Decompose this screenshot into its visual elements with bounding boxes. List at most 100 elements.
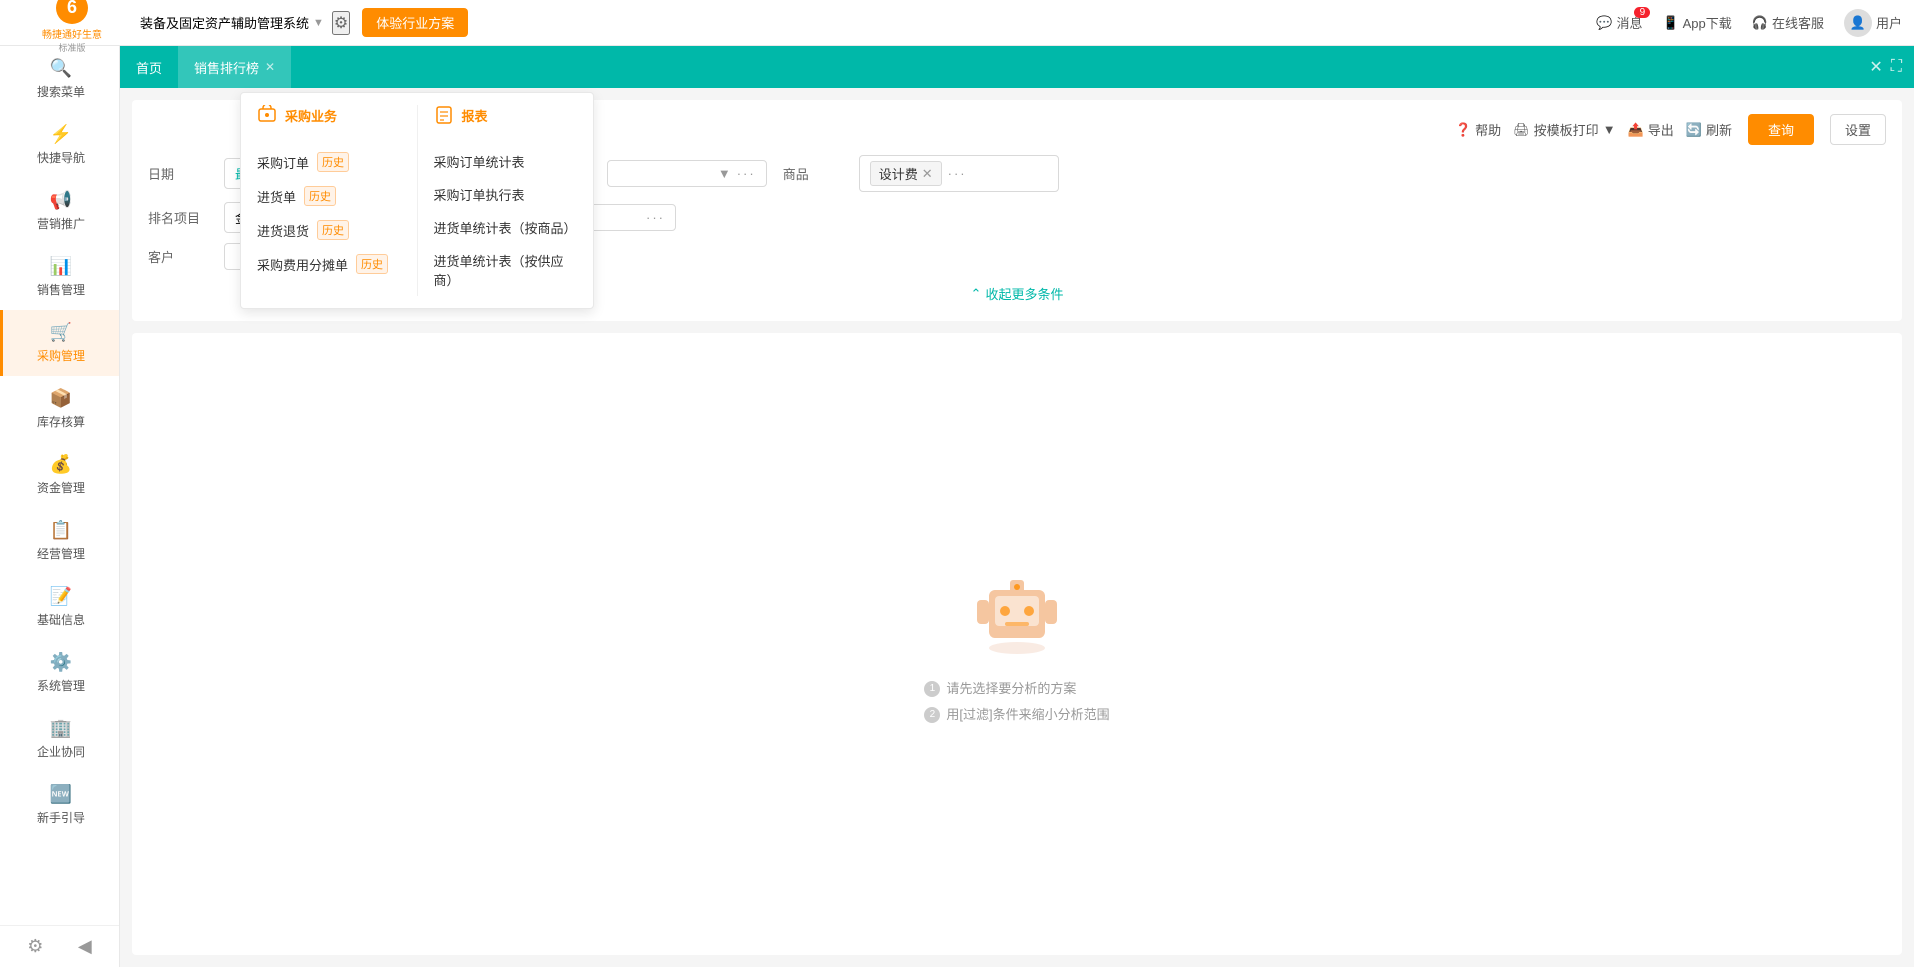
tab-close-window-btn[interactable]: ✕ bbox=[1869, 57, 1882, 77]
purchase-order-exec-label: 采购订单执行表 bbox=[434, 185, 525, 204]
goods-input[interactable]: 设计费 ✕ ··· bbox=[859, 155, 1059, 192]
dropdown-item-expense[interactable]: 采购费用分摊单 历史 bbox=[257, 247, 401, 281]
refresh-icon: 🔄 bbox=[1686, 122, 1702, 138]
report-col-title: 报表 bbox=[462, 106, 488, 125]
dropdown-item-incoming-stats-goods[interactable]: 进货单统计表（按商品） bbox=[434, 211, 578, 244]
main-layout: 🔍 搜索菜单 ⚡ 快捷导航 📢 营销推广 📊 销售管理 🛒 采购管理 📦 库存核… bbox=[0, 46, 1914, 967]
tab-maximize-btn[interactable]: ⛶ bbox=[1891, 58, 1902, 76]
inventory-icon: 📦 bbox=[50, 388, 72, 409]
toolbar-right: ❓ 帮助 🖨 按模板打印 ▼ 📤 导出 🔄 bbox=[1455, 120, 1732, 139]
tip-text-1: 请先选择要分析的方案 bbox=[946, 676, 1076, 702]
sidebar-item-search[interactable]: 🔍 搜索菜单 bbox=[0, 46, 119, 112]
headset-icon: 🎧 bbox=[1752, 15, 1768, 31]
home-tab-label: 首页 bbox=[136, 58, 162, 77]
empty-robot-svg bbox=[967, 560, 1067, 660]
sidebar-item-purchase[interactable]: 🛒 采购管理 bbox=[0, 310, 119, 376]
purchase-order-stats-label: 采购订单统计表 bbox=[434, 152, 525, 171]
goods-tag-close[interactable]: ✕ bbox=[922, 166, 933, 182]
sidebar-item-operation[interactable]: 📋 经营管理 bbox=[0, 508, 119, 574]
incoming-label: 进货单 bbox=[257, 187, 296, 206]
dropdown-item-incoming-stats-supplier[interactable]: 进货单统计表（按供应商） bbox=[434, 244, 578, 296]
sidebar-collapse-btn[interactable]: ◀ bbox=[78, 936, 92, 957]
sidebar-item-guide[interactable]: 🆕 新手引导 bbox=[0, 772, 119, 838]
set-btn[interactable]: 设置 bbox=[1830, 114, 1886, 145]
goods-dots[interactable]: ··· bbox=[948, 166, 967, 181]
basic-icon: 📝 bbox=[50, 586, 72, 607]
print-template-btn[interactable]: 🖨 按模板打印 ▼ bbox=[1513, 120, 1615, 139]
goods-label: 商品 bbox=[783, 164, 843, 183]
system-icon: ⚙️ bbox=[50, 652, 72, 673]
empty-tip-2: 2 用[过滤]条件来缩小分析范围 bbox=[924, 702, 1109, 728]
print-icon: 🖨 bbox=[1513, 122, 1530, 138]
empty-icon bbox=[967, 560, 1067, 660]
settings-icon-btn[interactable]: ⚙ bbox=[332, 11, 350, 35]
app-download-btn[interactable]: 📱 App下载 bbox=[1662, 13, 1731, 32]
goods-tag: 设计费 ✕ bbox=[870, 161, 942, 186]
tab-bar-right: ✕ ⛶ bbox=[1869, 57, 1914, 77]
sidebar-item-marketing[interactable]: 📢 营销推广 bbox=[0, 178, 119, 244]
tab-sales-rank[interactable]: 销售排行榜 ✕ bbox=[178, 46, 291, 88]
online-service-btn[interactable]: 🎧 在线客服 bbox=[1752, 13, 1824, 32]
sales-icon: 📊 bbox=[50, 256, 72, 277]
sidebar-item-shortcut[interactable]: ⚡ 快捷导航 bbox=[0, 112, 119, 178]
sidebar-label-sales: 销售管理 bbox=[37, 281, 85, 298]
dropdown-item-return[interactable]: 进货退货 历史 bbox=[257, 213, 401, 247]
sidebar-item-enterprise[interactable]: 🏢 企业协同 bbox=[0, 706, 119, 772]
marketing-icon: 📢 bbox=[50, 190, 72, 211]
enterprise-icon: 🏢 bbox=[50, 718, 72, 739]
refresh-label: 刷新 bbox=[1706, 120, 1732, 139]
collapse-label: 收起更多条件 bbox=[985, 284, 1063, 303]
return-label: 进货退货 bbox=[257, 221, 309, 240]
message-btn[interactable]: 💬 消息 9 bbox=[1596, 13, 1642, 32]
tab-close-btn[interactable]: ✕ bbox=[265, 60, 275, 74]
tab-bar: 首页 销售排行榜 ✕ ✕ ⛶ bbox=[120, 46, 1914, 88]
purchase-icon: 🛒 bbox=[50, 322, 72, 343]
purchase-col: 采购业务 采购订单 历史 进货单 历史 进货退货 历史 采购费用分摊单 历史 bbox=[241, 105, 417, 296]
report-col-icon bbox=[434, 105, 454, 125]
system-title-dropdown[interactable]: 装备及固定资产辅助管理系统 ▼ bbox=[140, 13, 324, 32]
sidebar-item-system[interactable]: ⚙️ 系统管理 bbox=[0, 640, 119, 706]
report-col: 报表 采购订单统计表 采购订单执行表 进货单统计表（按商品） 进货单统计表（按供… bbox=[417, 105, 594, 296]
export-btn[interactable]: 📤 导出 bbox=[1628, 120, 1674, 139]
expense-history-badge: 历史 bbox=[356, 254, 388, 274]
expense-label: 采购费用分摊单 bbox=[257, 255, 348, 274]
sidebar-label-shortcut: 快捷导航 bbox=[37, 149, 85, 166]
query-btn[interactable]: 查询 bbox=[1748, 114, 1814, 145]
sidebar-item-basic[interactable]: 📝 基础信息 bbox=[0, 574, 119, 640]
user-menu-btn[interactable]: 👤 用户 bbox=[1844, 9, 1902, 37]
help-btn[interactable]: ❓ 帮助 bbox=[1455, 120, 1501, 139]
brand-name: 畅捷通好生意 bbox=[42, 26, 102, 41]
dropdown-item-incoming[interactable]: 进货单 历史 bbox=[257, 179, 401, 213]
dropdown-item-purchase-order[interactable]: 采购订单 历史 bbox=[257, 145, 401, 179]
purchase-col-title: 采购业务 bbox=[285, 106, 337, 125]
salesperson-dots[interactable]: ··· bbox=[646, 210, 665, 225]
print-label: 按模板打印 bbox=[1534, 120, 1599, 139]
mobile-icon: 📱 bbox=[1662, 15, 1678, 31]
refresh-btn[interactable]: 🔄 刷新 bbox=[1686, 120, 1732, 139]
sidebar-item-inventory[interactable]: 📦 库存核算 bbox=[0, 376, 119, 442]
voucher-status-dots[interactable]: ··· bbox=[737, 166, 756, 181]
purchase-dropdown-menu: 采购业务 采购订单 历史 进货单 历史 进货退货 历史 采购费用分摊单 历史 bbox=[240, 92, 594, 309]
industry-btn[interactable]: 体验行业方案 bbox=[362, 8, 468, 37]
top-bar: 6 畅捷通好生意 标准版 装备及固定资产辅助管理系统 ▼ ⚙ 体验行业方案 💬 … bbox=[0, 0, 1914, 46]
voucher-status-select[interactable]: ▼ ··· bbox=[607, 160, 767, 187]
collapse-icon: ⌃ bbox=[971, 286, 982, 302]
sidebar-item-capital[interactable]: 💰 资金管理 bbox=[0, 442, 119, 508]
dropdown-item-purchase-order-stats[interactable]: 采购订单统计表 bbox=[434, 145, 578, 178]
logo-area: 6 畅捷通好生意 标准版 bbox=[12, 0, 132, 54]
capital-icon: 💰 bbox=[50, 454, 72, 475]
sidebar-label-search: 搜索菜单 bbox=[37, 83, 85, 100]
sidebar-settings-btn[interactable]: ⚙ bbox=[27, 936, 43, 957]
dropdown-item-purchase-order-exec[interactable]: 采购订单执行表 bbox=[434, 178, 578, 211]
sidebar-label-capital: 资金管理 bbox=[37, 479, 85, 496]
top-right-area: 💬 消息 9 📱 App下载 🎧 在线客服 👤 用户 bbox=[1596, 9, 1902, 37]
online-service-label: 在线客服 bbox=[1772, 13, 1824, 32]
export-icon: 📤 bbox=[1628, 122, 1644, 138]
sidebar-label-enterprise: 企业协同 bbox=[37, 743, 85, 760]
export-label: 导出 bbox=[1648, 120, 1674, 139]
message-badge: 9 bbox=[1634, 7, 1650, 18]
sidebar-label-guide: 新手引导 bbox=[37, 809, 85, 826]
purchase-col-icon bbox=[257, 105, 277, 125]
sidebar-label-system: 系统管理 bbox=[37, 677, 85, 694]
sidebar-item-sales[interactable]: 📊 销售管理 bbox=[0, 244, 119, 310]
